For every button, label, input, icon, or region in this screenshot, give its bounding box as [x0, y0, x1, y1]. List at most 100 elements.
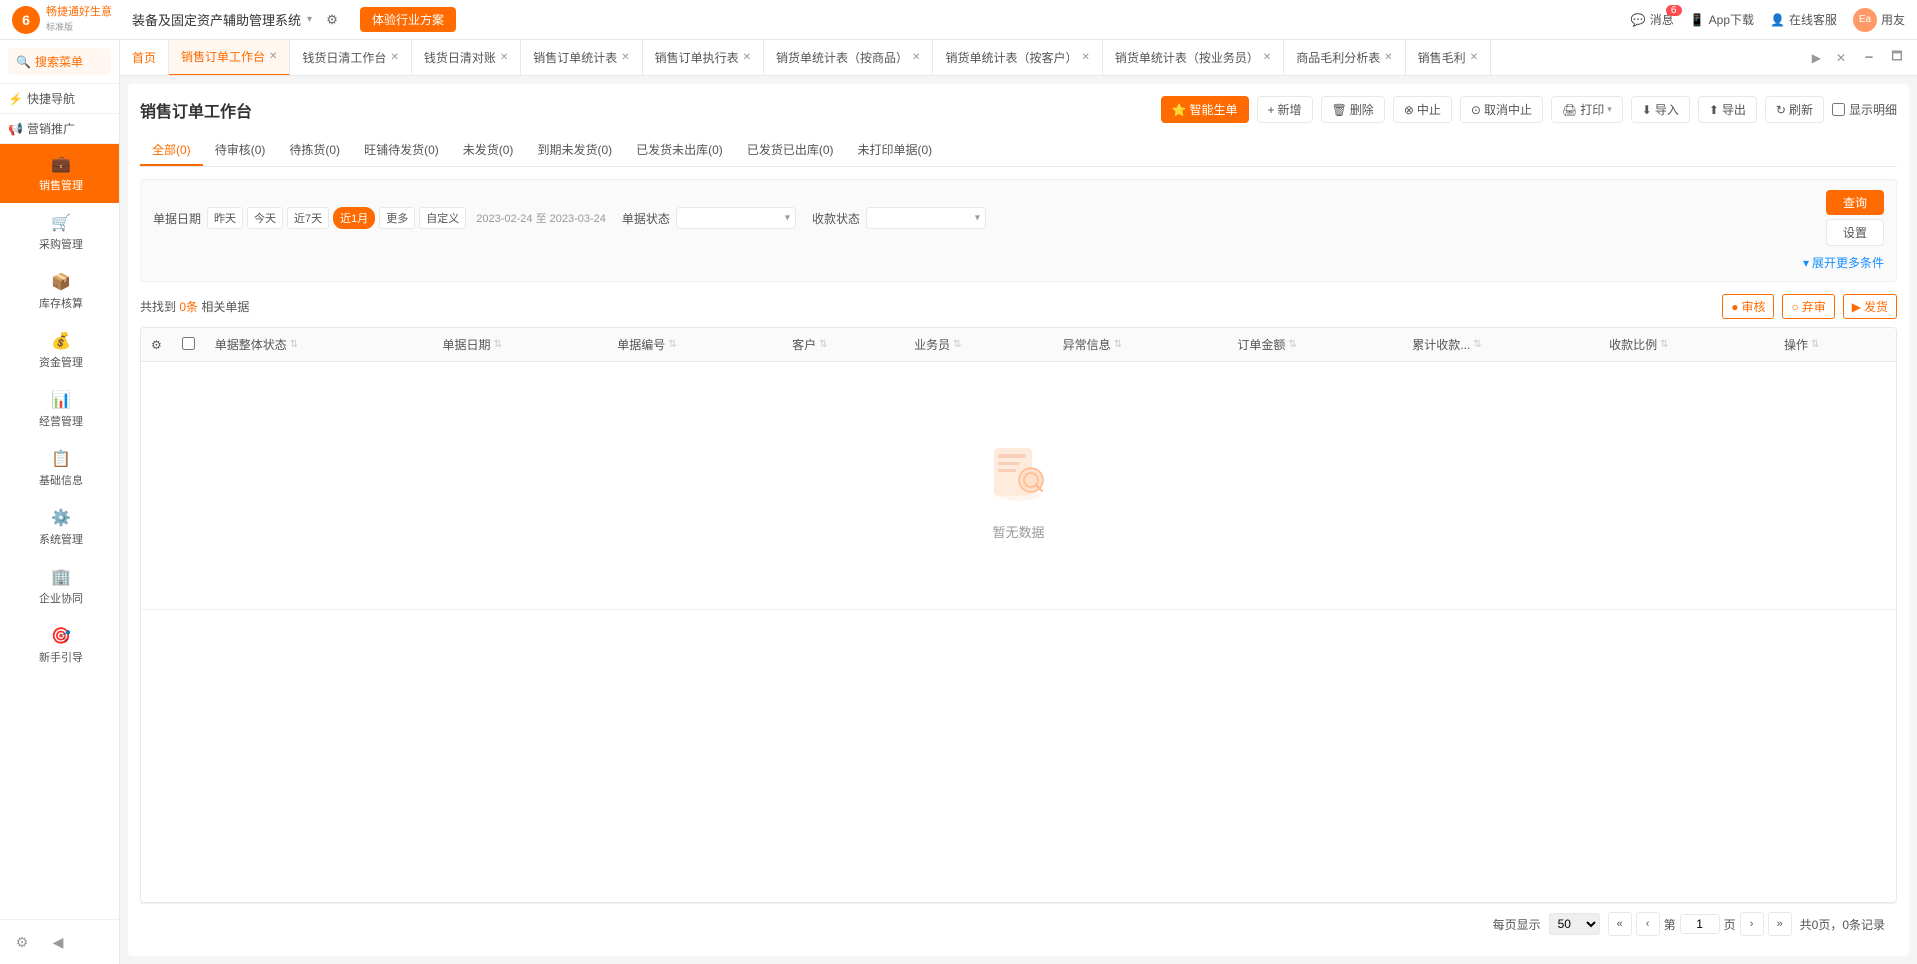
message-icon-item[interactable]: 💬 消息 6 — [1631, 11, 1674, 28]
sub-tab-pending-pickup[interactable]: 待拣货(0) — [277, 135, 352, 166]
sort-icon-staff[interactable]: ⇅ — [953, 339, 961, 350]
tab-sales-gross[interactable]: 销售毛利✕ — [1406, 40, 1491, 76]
tab-sales-order-workbench[interactable]: 销售订单工作台✕ — [169, 40, 290, 76]
date-btn-近7天[interactable]: 近7天 — [287, 207, 329, 229]
page-prev-button[interactable]: ‹ — [1636, 912, 1660, 936]
tab-sales-stat-staff[interactable]: 销货单统计表（按业务员）✕ — [1103, 40, 1284, 76]
sidebar-item-enterprise[interactable]: 🏢企业协同 — [0, 557, 119, 616]
sort-icon-date[interactable]: ⇅ — [493, 339, 501, 350]
sort-icon-customer[interactable]: ⇅ — [819, 339, 827, 350]
page-size-select[interactable]: 2050100 — [1549, 913, 1600, 935]
sub-tab-wangpu-pending[interactable]: 旺铺待发货(0) — [352, 135, 451, 166]
print-button[interactable]: 🖨 打印 ▾ — [1551, 96, 1623, 123]
sort-icon-ratio[interactable]: ⇅ — [1660, 339, 1668, 350]
tab-close-all-icon[interactable]: ✕ — [1829, 46, 1853, 70]
sort-icon-actions[interactable]: ⇅ — [1811, 339, 1819, 350]
tab-product-margin[interactable]: 商品毛利分析表✕ — [1284, 40, 1405, 76]
tab-sales-stat-product[interactable]: 销货单统计表（按商品）✕ — [764, 40, 933, 76]
collapse-icon[interactable]: ◀ — [44, 928, 72, 956]
tab-minimize-icon[interactable]: 🗕 — [1857, 46, 1881, 70]
sub-tab-pending-review[interactable]: 待审核(0) — [203, 135, 278, 166]
sidebar-item-basic[interactable]: 📋基础信息 — [0, 439, 119, 498]
date-btn-今天[interactable]: 今天 — [247, 207, 283, 229]
tab-close-sales-stat-staff[interactable]: ✕ — [1263, 52, 1271, 63]
sort-icon-abnormal[interactable]: ⇅ — [1114, 339, 1122, 350]
page-last-button[interactable]: » — [1768, 912, 1792, 936]
sort-icon-status[interactable]: ⇅ — [290, 339, 298, 350]
set-button[interactable]: 设置 — [1826, 219, 1884, 246]
refresh-button[interactable]: ↻ 刷新 — [1765, 96, 1824, 123]
tab-close-product-margin[interactable]: ✕ — [1384, 52, 1392, 63]
sidebar-item-inventory[interactable]: 📦库存核算 — [0, 262, 119, 321]
ship-button[interactable]: ▶ 发货 — [1843, 294, 1897, 319]
date-btn-更多[interactable]: 更多 — [379, 207, 415, 229]
settings-bottom-icon[interactable]: ⚙ — [8, 928, 36, 956]
tab-close-sales-stat-product[interactable]: ✕ — [912, 52, 920, 63]
expand-filter-button[interactable]: ▾ 展开更多条件 — [1803, 254, 1884, 271]
online-service-item[interactable]: 👤 在线客服 — [1770, 11, 1837, 28]
tab-close-cash-daily[interactable]: ✕ — [390, 52, 398, 63]
sidebar-item-system[interactable]: ⚙️系统管理 — [0, 498, 119, 557]
col-settings-icon[interactable]: ⚙ — [151, 338, 162, 352]
sidebar-item-marketing[interactable]: 📢 营销推广 — [0, 114, 119, 144]
user-item[interactable]: Ea 用友 — [1853, 8, 1905, 32]
sidebar-item-purchase[interactable]: 🛒采购管理 — [0, 203, 119, 262]
pause-button[interactable]: ⊗ 中止 — [1393, 96, 1452, 123]
page-input[interactable] — [1680, 914, 1720, 934]
query-button[interactable]: 查询 — [1826, 190, 1884, 215]
date-btn-近1月[interactable]: 近1月 — [333, 207, 375, 229]
import-button[interactable]: ⬇ 导入 — [1631, 96, 1690, 123]
approve-button[interactable]: ● 审核 — [1722, 294, 1774, 319]
date-btn-昨天[interactable]: 昨天 — [207, 207, 243, 229]
sub-tab-shipped-no-stock-out[interactable]: 已发货未出库(0) — [624, 135, 735, 166]
tab-sales-stat-customer[interactable]: 销货单统计表（按客户）✕ — [933, 40, 1102, 76]
reject-button[interactable]: ○ 弃审 — [1782, 294, 1834, 319]
delete-button[interactable]: 🗑 删除 — [1321, 96, 1385, 123]
export-button[interactable]: ⬆ 导出 — [1698, 96, 1757, 123]
system-dropdown-arrow[interactable]: ▾ — [307, 14, 312, 25]
tab-maximize-icon[interactable]: 🗖 — [1885, 46, 1909, 70]
page-next-button[interactable]: › — [1740, 912, 1764, 936]
smart-create-button[interactable]: ⭐ 智能生单 — [1161, 96, 1249, 123]
search-menu-button[interactable]: 🔍 搜索菜单 — [8, 48, 111, 75]
tab-cash-daily[interactable]: 钱货日清工作台✕ — [290, 40, 411, 76]
app-download-item[interactable]: 📱 App下载 — [1690, 11, 1754, 28]
tab-close-sales-order-exec[interactable]: ✕ — [743, 52, 751, 63]
tab-sales-order-stat[interactable]: 销售订单统计表✕ — [521, 40, 642, 76]
show-detail-checkbox[interactable] — [1832, 103, 1845, 116]
tab-sales-order-exec[interactable]: 销售订单执行表✕ — [643, 40, 764, 76]
sort-icon-collected[interactable]: ⇅ — [1473, 339, 1481, 350]
tab-close-cash-reconcile[interactable]: ✕ — [500, 52, 508, 63]
sub-tab-unshipped[interactable]: 未发货(0) — [451, 135, 526, 166]
tab-close-sales-stat-customer[interactable]: ✕ — [1081, 52, 1089, 63]
sub-tab-all[interactable]: 全部(0) — [140, 135, 203, 166]
tab-more-button[interactable]: ▶ — [1804, 51, 1829, 65]
experience-button[interactable]: 体验行业方案 — [360, 7, 456, 32]
sort-icon-number[interactable]: ⇅ — [668, 339, 676, 350]
sub-tab-unprinted[interactable]: 未打印单据(0) — [846, 135, 945, 166]
sub-tab-expired-unshipped[interactable]: 到期未发货(0) — [525, 135, 624, 166]
th-settings[interactable]: ⚙ — [141, 328, 172, 362]
date-btn-自定义[interactable]: 自定义 — [419, 207, 466, 229]
payment-select[interactable] — [866, 207, 986, 229]
sidebar-item-quick-nav[interactable]: ⚡ 快捷导航 — [0, 84, 119, 114]
add-button[interactable]: + 新增 — [1257, 96, 1313, 123]
status-select[interactable] — [676, 207, 796, 229]
sidebar-item-guide[interactable]: 🎯新手引导 — [0, 616, 119, 675]
tab-cash-reconcile[interactable]: 钱货日清对账✕ — [412, 40, 521, 76]
sidebar-item-sales[interactable]: 💼销售管理 — [0, 144, 119, 203]
th-checkbox[interactable] — [172, 328, 205, 362]
sidebar-item-finance[interactable]: 💰资金管理 — [0, 321, 119, 380]
tab-close-sales-order-stat[interactable]: ✕ — [621, 52, 629, 63]
tab-close-sales-gross[interactable]: ✕ — [1470, 52, 1478, 63]
sidebar-item-operations[interactable]: 📊经营管理 — [0, 380, 119, 439]
sort-icon-amount[interactable]: ⇅ — [1288, 339, 1296, 350]
show-detail-label[interactable]: 显示明细 — [1832, 101, 1897, 118]
page-first-button[interactable]: « — [1608, 912, 1632, 936]
settings-icon[interactable]: ⚙ — [318, 6, 346, 34]
cancel-pause-button[interactable]: ⊙ 取消中止 — [1460, 96, 1543, 123]
tab-home[interactable]: 首页 — [120, 40, 169, 76]
sub-tab-shipped-stock-out[interactable]: 已发货已出库(0) — [735, 135, 846, 166]
select-all-checkbox[interactable] — [182, 337, 195, 350]
tab-close-sales-order-workbench[interactable]: ✕ — [269, 51, 277, 62]
